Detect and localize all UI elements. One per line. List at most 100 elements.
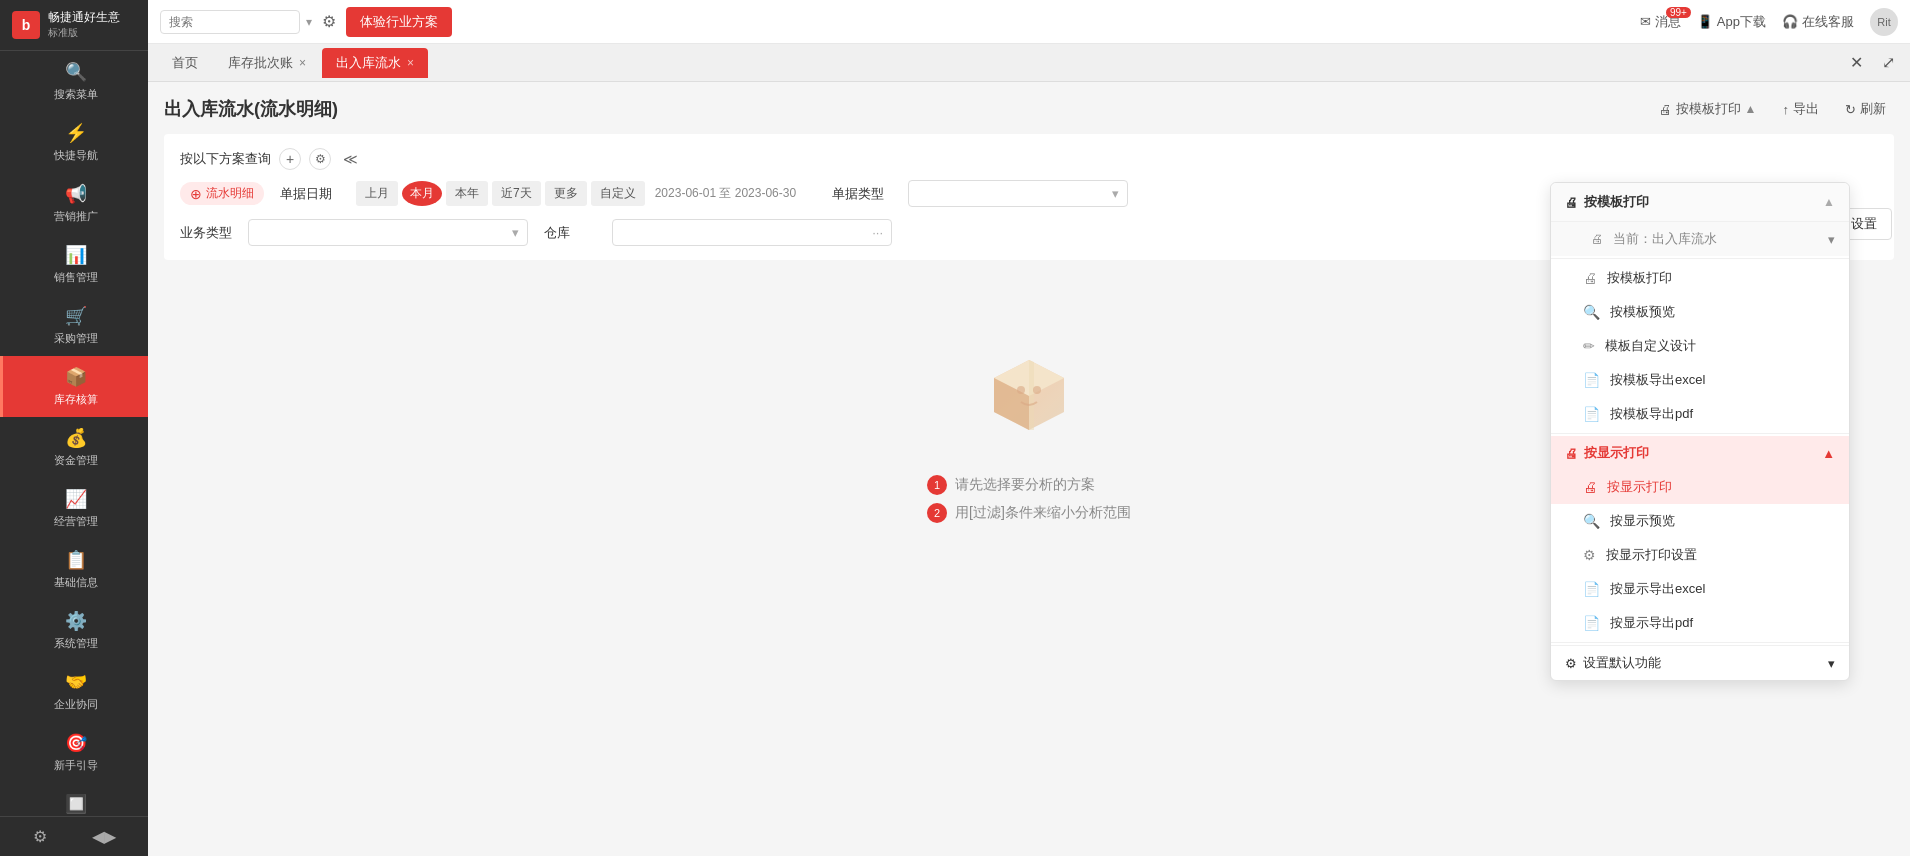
tab-inventory-batch[interactable]: 库存批次账 ×	[214, 48, 320, 78]
sidebar-item-basic[interactable]: 📋 基础信息	[0, 539, 148, 600]
date-btn-last-month[interactable]: 上月	[356, 181, 398, 206]
app-edition: 标准版	[48, 26, 120, 40]
message-button[interactable]: ✉ 消息 99+	[1640, 13, 1681, 31]
tabs-right-controls: ✕ ⤢	[1844, 51, 1900, 75]
shortcut-icon: ⚡	[65, 122, 87, 144]
operation-icon: 📈	[65, 488, 87, 510]
date-btn-more[interactable]: 更多	[545, 181, 587, 206]
export-button[interactable]: ↑ 导出	[1775, 96, 1828, 122]
template-export-excel-label: 按模板导出excel	[1610, 371, 1705, 389]
footer-arrow-icon: ▾	[1828, 656, 1835, 671]
app-download-label: App下载	[1717, 13, 1766, 31]
apps-icon: 🔲	[65, 793, 87, 815]
marketing-icon: 📢	[65, 183, 87, 205]
print-label: 按模板打印	[1676, 100, 1741, 118]
tab-home[interactable]: 首页	[158, 48, 212, 78]
page-header: 出入库流水(流水明细) 🖨 按模板打印 ▲ ↑ 导出 ↻	[164, 96, 1894, 122]
search-chevron-icon: ▾	[306, 15, 312, 29]
sidebar-item-purchase[interactable]: 🛒 采购管理	[0, 295, 148, 356]
sales-icon: 📊	[65, 244, 87, 266]
search-input[interactable]	[160, 10, 300, 34]
display-pdf-icon: 📄	[1583, 615, 1600, 631]
gear-icon[interactable]: ⚙	[322, 12, 336, 31]
dropdown-display-print[interactable]: 🖨 按显示打印	[1551, 470, 1849, 504]
display-print-label: 按显示打印	[1607, 478, 1672, 496]
dropdown-footer[interactable]: ⚙ 设置默认功能 ▾	[1551, 645, 1849, 680]
app-logo-icon: b	[12, 11, 40, 39]
empty-state-icon	[979, 340, 1079, 459]
search-icon: 🔍	[65, 61, 87, 83]
sidebar-item-sales[interactable]: 📊 销售管理	[0, 234, 148, 295]
dropdown-template-print[interactable]: 🖨 按模板打印	[1551, 261, 1849, 295]
dropdown-template-export-excel[interactable]: 📄 按模板导出excel	[1551, 363, 1849, 397]
date-btn-this-month[interactable]: 本月	[402, 181, 442, 206]
display-print-section-header[interactable]: 🖨 按显示打印 ▲	[1551, 436, 1849, 470]
sidebar-item-label: 新手引导	[54, 758, 98, 773]
settings-icon[interactable]: ⚙	[33, 827, 47, 846]
date-btn-last-7[interactable]: 近7天	[492, 181, 541, 206]
tab-close-all-button[interactable]: ✕	[1844, 51, 1868, 75]
display-print-settings-icon: ⚙	[1583, 547, 1596, 563]
display-preview-icon: 🔍	[1583, 513, 1600, 529]
online-service-button[interactable]: 🎧 在线客服	[1782, 13, 1854, 31]
dropdown-template-export-pdf[interactable]: 📄 按模板导出pdf	[1551, 397, 1849, 431]
sidebar-item-marketing[interactable]: 📢 营销推广	[0, 173, 148, 234]
tab-inventory-batch-close[interactable]: ×	[299, 56, 306, 70]
template-customize-label: 模板自定义设计	[1605, 337, 1696, 355]
system-icon: ⚙️	[65, 610, 87, 632]
date-btn-this-year[interactable]: 本年	[446, 181, 488, 206]
dropdown-header[interactable]: 🖨 按模板打印 ▲	[1551, 183, 1849, 222]
page-actions: 🖨 按模板打印 ▲ ↑ 导出 ↻ 刷新	[1651, 96, 1894, 122]
display-print-collapse-icon: ▲	[1822, 446, 1835, 461]
inventory-icon: 📦	[65, 366, 87, 388]
sidebar-item-shortcut[interactable]: ⚡ 快捷导航	[0, 112, 148, 173]
template-excel-icon: 📄	[1583, 372, 1600, 388]
sidebar-item-apps[interactable]: 🔲 应用中心	[0, 783, 148, 816]
display-print-header-icon: 🖨	[1565, 446, 1578, 461]
main-area: ▾ ⚙ 体验行业方案 ✉ 消息 99+ 📱 App下载 🎧 在线客服	[148, 0, 1910, 856]
sidebar-item-inventory[interactable]: 📦 库存核算	[0, 356, 148, 417]
voucher-type-arrow-icon: ▾	[1112, 186, 1119, 201]
topbar-search-area: ▾	[160, 10, 312, 34]
filter-settings-button[interactable]: ⚙	[309, 148, 331, 170]
topbar: ▾ ⚙ 体验行业方案 ✉ 消息 99+ 📱 App下载 🎧 在线客服	[148, 0, 1910, 44]
purchase-icon: 🛒	[65, 305, 87, 327]
display-export-pdf-label: 按显示导出pdf	[1610, 614, 1693, 632]
voucher-type-select[interactable]: ▾	[908, 180, 1128, 207]
sidebar-nav: 🔍 搜索菜单 ⚡ 快捷导航 📢 营销推广 📊 销售管理 🛒 采购管理 📦	[0, 51, 148, 816]
dropdown-template-customize[interactable]: ✏ 模板自定义设计	[1551, 329, 1849, 363]
dropdown-display-export-excel[interactable]: 📄 按显示导出excel	[1551, 572, 1849, 606]
sidebar-item-guide[interactable]: 🎯 新手引导	[0, 722, 148, 783]
sidebar-item-label: 搜索菜单	[54, 87, 98, 102]
user-avatar[interactable]: Rit	[1870, 8, 1898, 36]
dropdown-display-preview[interactable]: 🔍 按显示预览	[1551, 504, 1849, 538]
print-template-button[interactable]: 🖨 按模板打印 ▲	[1651, 96, 1765, 122]
dropdown-display-print-settings[interactable]: ⚙ 按显示打印设置	[1551, 538, 1849, 572]
filter-collapse-button[interactable]: ≪	[339, 148, 361, 170]
empty-step-2: 2 用[过滤]条件来缩小分析范围	[927, 503, 1131, 523]
tab-inout-flow[interactable]: 出入库流水 ×	[322, 48, 428, 78]
filter-title: 按以下方案查询	[180, 150, 271, 168]
empty-step-1: 1 请先选择要分析的方案	[927, 475, 1131, 495]
dropdown-display-export-pdf[interactable]: 📄 按显示导出pdf	[1551, 606, 1849, 640]
template-preview-icon: 🔍	[1583, 304, 1600, 320]
display-print-settings-label: 按显示打印设置	[1606, 546, 1697, 564]
print-header-icon: 🖨	[1565, 195, 1578, 210]
trial-button[interactable]: 体验行业方案	[346, 7, 452, 37]
app-download-button[interactable]: 📱 App下载	[1697, 13, 1766, 31]
sidebar-item-search[interactable]: 🔍 搜索菜单	[0, 51, 148, 112]
refresh-button[interactable]: ↻ 刷新	[1837, 96, 1894, 122]
collapse-icon[interactable]: ◀▶	[92, 827, 116, 846]
sidebar-item-finance[interactable]: 💰 资金管理	[0, 417, 148, 478]
sidebar-item-system[interactable]: ⚙️ 系统管理	[0, 600, 148, 661]
dropdown-header-arrow-icon[interactable]: ▲	[1823, 195, 1835, 209]
dropdown-template-preview[interactable]: 🔍 按模板预览	[1551, 295, 1849, 329]
sidebar-item-label: 资金管理	[54, 453, 98, 468]
sidebar-item-label: 基础信息	[54, 575, 98, 590]
tab-inout-flow-close[interactable]: ×	[407, 56, 414, 70]
tab-maximize-button[interactable]: ⤢	[1876, 51, 1900, 75]
sidebar-item-corp[interactable]: 🤝 企业协同	[0, 661, 148, 722]
date-btn-custom[interactable]: 自定义	[591, 181, 645, 206]
sidebar-item-operation[interactable]: 📈 经营管理	[0, 478, 148, 539]
filter-add-button[interactable]: +	[279, 148, 301, 170]
